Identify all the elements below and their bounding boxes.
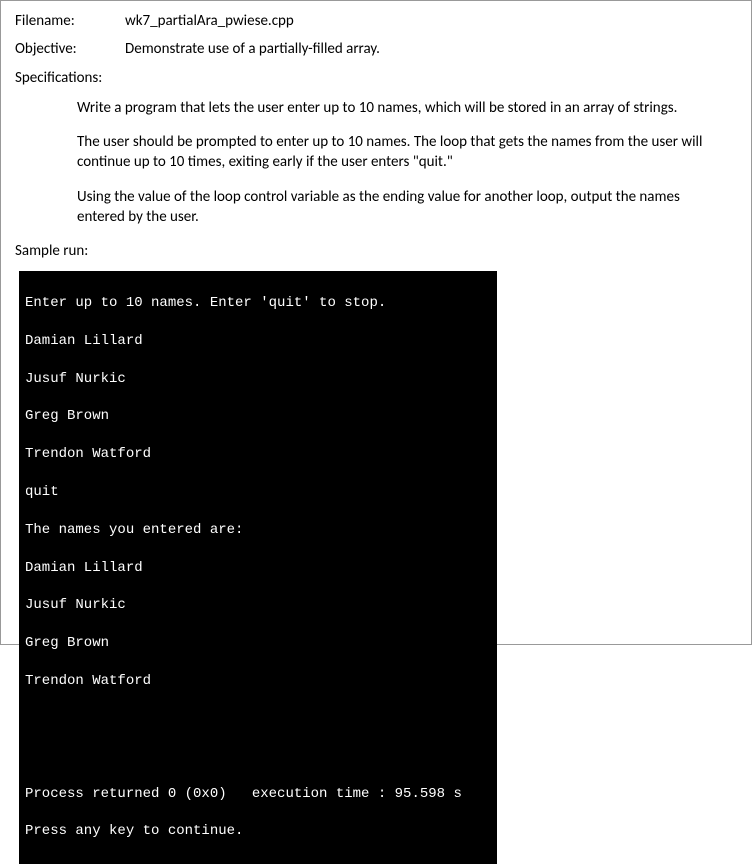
console-line: Enter up to 10 names. Enter 'quit' to st… [25,294,491,313]
sample-run-label: Sample run: [15,241,737,261]
objective-row: Objective: Demonstrate use of a partiall… [15,39,737,59]
console-line: Damian Lillard [25,332,491,351]
console-line: The names you entered are: [25,521,491,540]
console-line: Greg Brown [25,634,491,653]
console-footer-line: Process returned 0 (0x0) execution time … [25,785,491,804]
spec-paragraph-3: Using the value of the loop control vari… [77,187,707,228]
objective-value: Demonstrate use of a partially-filled ar… [125,39,380,59]
console-line: quit [25,483,491,502]
console-line: Jusuf Nurkic [25,370,491,389]
console-blank-space [25,710,491,766]
console-line: Greg Brown [25,407,491,426]
specifications-label: Specifications: [15,68,737,88]
console-line: Damian Lillard [25,559,491,578]
console-line: Trendon Watford [25,672,491,691]
console-output: Enter up to 10 names. Enter 'quit' to st… [19,271,497,864]
console-footer-line: Press any key to continue. [25,822,491,841]
console-line: Trendon Watford [25,445,491,464]
spec-paragraph-2: The user should be prompted to enter up … [77,132,707,173]
spec-paragraph-1: Write a program that lets the user enter… [77,98,707,118]
filename-value: wk7_partialAra_pwiese.cpp [125,11,294,31]
filename-row: Filename: wk7_partialAra_pwiese.cpp [15,11,737,31]
filename-label: Filename: [15,11,125,31]
console-line: Jusuf Nurkic [25,596,491,615]
objective-label: Objective: [15,39,125,59]
